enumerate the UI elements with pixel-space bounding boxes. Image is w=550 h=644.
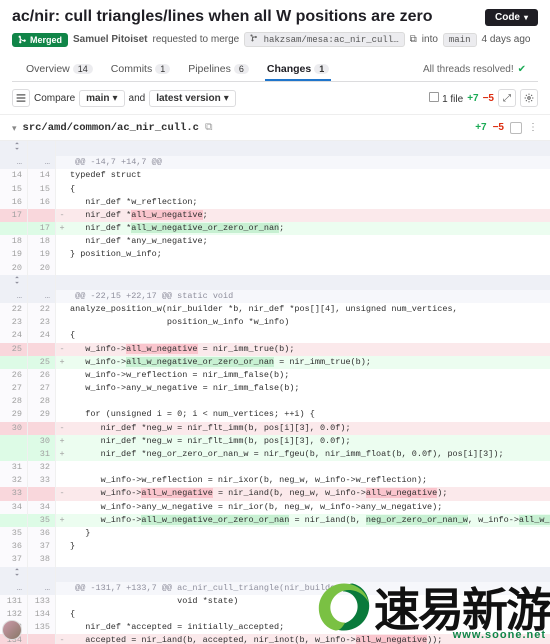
diff-line[interactable]: 2323 position_w_info *w_info) — [0, 316, 550, 329]
action-text: requested to merge — [152, 34, 239, 45]
fork-icon — [250, 34, 258, 42]
diff-line[interactable]: 3637 } — [0, 540, 550, 553]
tab-changes[interactable]: Changes1 — [265, 57, 331, 81]
merged-badge: Merged — [12, 33, 68, 47]
check-icon: ✔ — [518, 64, 526, 75]
diff-line[interactable]: 3738 — [0, 553, 550, 566]
expand-context[interactable] — [0, 141, 550, 156]
merge-icon — [18, 35, 27, 44]
mark-viewed-checkbox[interactable] — [510, 122, 522, 134]
file-icon — [429, 92, 439, 102]
into-text: into — [422, 34, 438, 45]
diff-line[interactable]: 3132 — [0, 461, 550, 474]
diff-line[interactable]: 3434 w_info->any_w_negative = nir_ior(b,… — [0, 501, 550, 514]
diff-line[interactable]: 2020 — [0, 262, 550, 275]
diff-line[interactable]: 2626 w_info->w_reflection = nir_imm_fals… — [0, 369, 550, 382]
compare-main-dropdown[interactable]: main ▾ — [79, 90, 124, 107]
file-path[interactable]: src/amd/common/ac_nir_cull.c — [23, 122, 199, 134]
diff-line[interactable]: 31+ nir_def *neg_or_zero_or_nan_w = nir_… — [0, 448, 550, 461]
file-collapse-toggle[interactable] — [12, 122, 17, 134]
diff-line[interactable]: 1616 nir_def *w_reflection; — [0, 196, 550, 209]
diff-line[interactable]: 1818 nir_def *any_w_negative; — [0, 235, 550, 248]
diff-line[interactable]: 133135 nir_def *accepted = initially_acc… — [0, 621, 550, 634]
diff-line[interactable]: 30- nir_def *neg_w = nir_flt_imm(b, pos[… — [0, 422, 550, 435]
diff-line[interactable]: 30+ nir_def *neg_w = nir_flt_imm(b, pos[… — [0, 435, 550, 448]
mr-title: ac/nir: cull triangles/lines when all W … — [12, 8, 433, 26]
diff-line[interactable]: 2828 — [0, 395, 550, 408]
diff-line[interactable]: 1414 typedef struct — [0, 169, 550, 182]
total-deletions: −5 — [483, 93, 494, 104]
diff-line[interactable]: 1515 { — [0, 183, 550, 196]
diff-line[interactable]: 2222 analyze_position_w(nir_builder *b, … — [0, 303, 550, 316]
expand-context[interactable] — [0, 275, 550, 290]
diff-settings-button[interactable] — [520, 89, 538, 107]
target-branch[interactable]: main — [443, 33, 477, 47]
time-ago: 4 days ago — [482, 34, 531, 45]
hunk-header: …… @@ -131,7 +133,7 @@ ac_nir_cull_trian… — [0, 582, 550, 595]
diff-line[interactable]: 25- w_info->all_w_negative = nir_imm_tru… — [0, 343, 550, 356]
diff-line[interactable]: 35+ w_info->all_w_negative_or_zero_or_na… — [0, 514, 550, 527]
source-branch[interactable]: hakzsam/mesa:ac_nir_cull… — [244, 32, 404, 47]
hunk-header: …… @@ -14,7 +14,7 @@ — [0, 156, 550, 169]
expand-all-button[interactable]: ⤢ — [498, 89, 516, 107]
diff-line[interactable]: 2424 { — [0, 329, 550, 342]
hunk-header: …… @@ -22,15 +22,17 @@ static void — [0, 290, 550, 303]
tab-commits[interactable]: Commits1 — [109, 57, 172, 81]
diff-line[interactable]: 17+ nir_def *all_w_negative_or_zero_or_n… — [0, 222, 550, 235]
file-deletions: −5 — [493, 122, 504, 133]
diff-line[interactable]: 1919 } position_w_info; — [0, 248, 550, 261]
user-avatar[interactable] — [2, 620, 22, 640]
author-link[interactable]: Samuel Pitoiset — [73, 34, 147, 45]
expand-context[interactable] — [0, 567, 550, 582]
diff-line[interactable]: 134- accepted = nir_iand(b, accepted, ni… — [0, 634, 550, 644]
compare-latest-dropdown[interactable]: latest version ▾ — [149, 90, 236, 107]
compare-label: Compare — [34, 93, 75, 104]
copy-path-icon[interactable]: ⧉ — [205, 121, 213, 134]
diff-line[interactable]: 3233 w_info->w_reflection = nir_ixor(b, … — [0, 474, 550, 487]
diff-line[interactable]: 17- nir_def *all_w_negative; — [0, 209, 550, 222]
file-actions-menu[interactable]: ⋮ — [528, 122, 538, 133]
tree-icon — [16, 93, 26, 103]
diff-line[interactable]: 2929 for (unsigned i = 0; i < num_vertic… — [0, 408, 550, 421]
diff-line[interactable]: 131133 void *state) — [0, 595, 550, 608]
copy-branch-icon[interactable]: ⧉ — [410, 34, 417, 45]
files-count: 1 file — [429, 92, 463, 105]
threads-resolved: All threads resolved!✔ — [423, 57, 526, 81]
tab-pipelines[interactable]: Pipelines6 — [186, 57, 251, 81]
diff-line[interactable]: 25+ w_info->all_w_negative_or_zero_or_na… — [0, 356, 550, 369]
total-additions: +7 — [467, 93, 478, 104]
code-button[interactable]: Code — [485, 9, 538, 26]
diff-line[interactable]: 132134 { — [0, 608, 550, 621]
compare-and: and — [129, 93, 146, 104]
diff-line[interactable]: 3536 } — [0, 527, 550, 540]
file-additions: +7 — [475, 122, 486, 133]
diff-line[interactable]: 2727 w_info->any_w_negative = nir_imm_fa… — [0, 382, 550, 395]
diff-viewer: …… @@ -14,7 +14,7 @@1414 typedef struct1… — [0, 141, 550, 644]
diff-line[interactable]: 33- w_info->all_w_negative = nir_iand(b,… — [0, 487, 550, 500]
gear-icon — [524, 93, 534, 103]
file-tree-toggle[interactable] — [12, 89, 30, 107]
tab-overview[interactable]: Overview14 — [24, 57, 95, 81]
